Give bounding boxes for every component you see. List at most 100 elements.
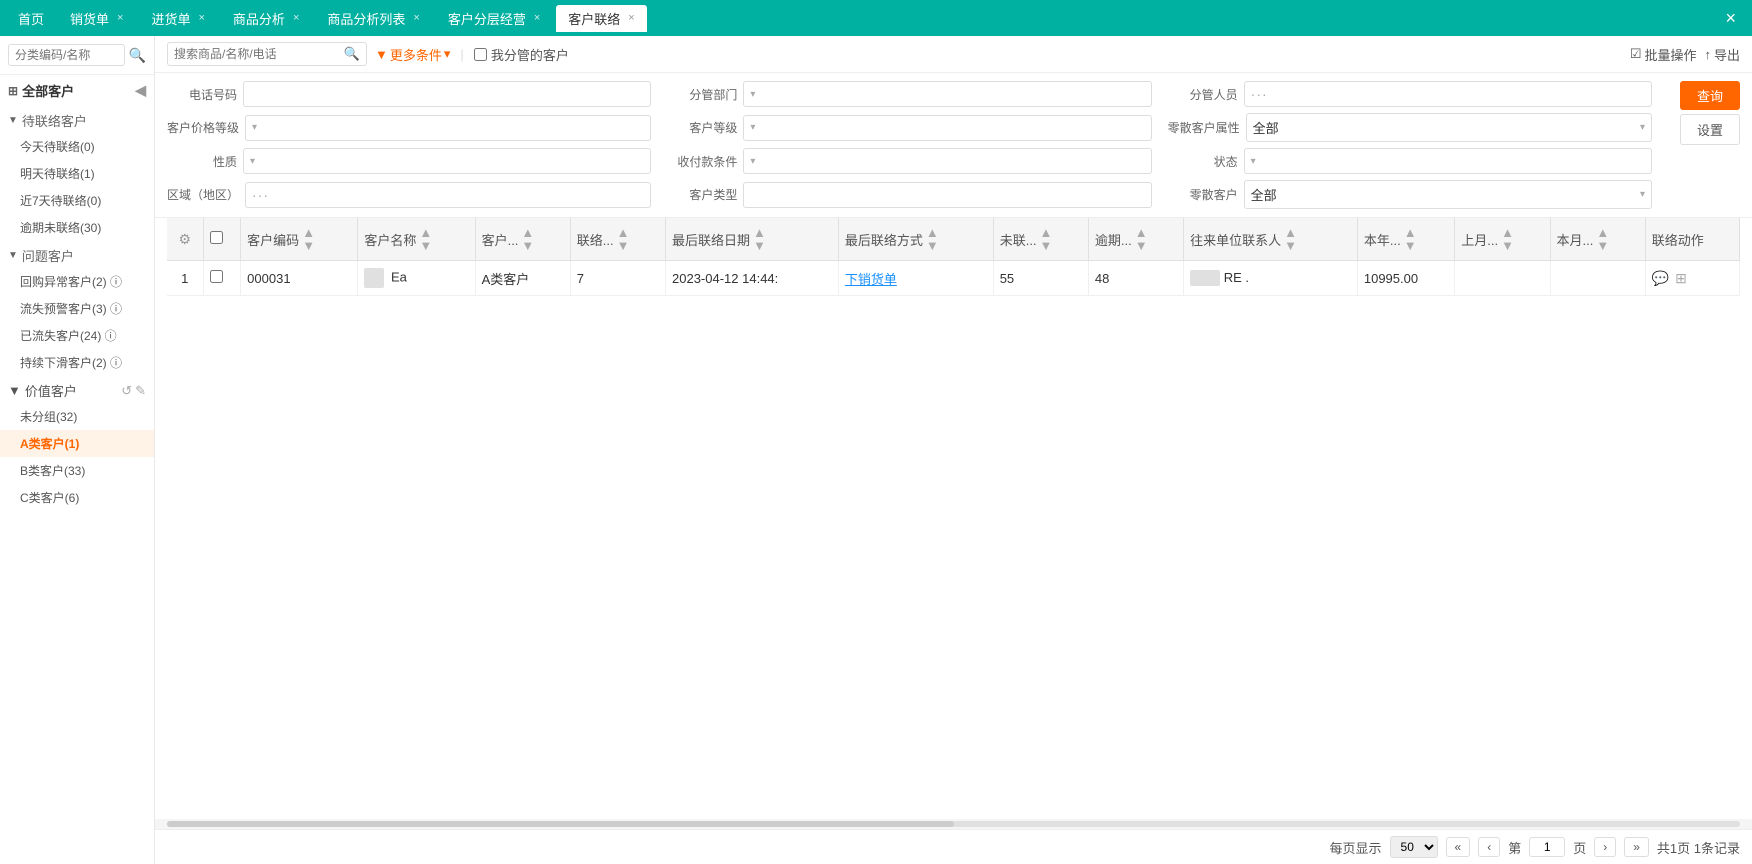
filter-input-retail[interactable]: 全部 ▾ <box>1244 180 1652 209</box>
sidebar-item-class-a[interactable]: A类客户(1) <box>0 430 154 457</box>
close-all-icon[interactable]: × <box>1717 8 1744 29</box>
filter-input-phone[interactable] <box>243 81 651 107</box>
qr-icon[interactable]: ⊞ <box>1675 270 1687 287</box>
scrollbar-thumb[interactable] <box>167 821 954 827</box>
sort-arrows-icon[interactable]: ▲▼ <box>753 226 766 252</box>
sort-arrows-icon[interactable]: ▲▼ <box>1596 226 1609 252</box>
edit-icon[interactable]: ✎ <box>135 383 146 399</box>
tab-product-analysis[interactable]: 商品分析 × <box>221 5 311 32</box>
last-page-btn[interactable]: » <box>1624 837 1649 857</box>
triangle-icon: ▼ <box>8 115 18 126</box>
sidebar-item-overdue[interactable]: 逾期未联络(30) <box>0 214 154 241</box>
sort-arrows-icon[interactable]: ▲▼ <box>1040 226 1053 252</box>
close-icon[interactable]: × <box>534 12 540 24</box>
chevron-down-icon: ▾ <box>750 89 755 100</box>
batch-op-btn[interactable]: ☑ 批量操作 <box>1630 45 1697 64</box>
more-conditions-btn[interactable]: ▼ 更多条件 ▾ <box>375 45 450 64</box>
cell-last-date: 2023-04-12 14:44: <box>666 261 839 296</box>
tab-customer-tier[interactable]: 客户分层经营 × <box>436 5 552 32</box>
sort-arrows-icon[interactable]: ▲▼ <box>617 226 630 252</box>
filter-input-price-level[interactable]: ▾ <box>245 115 651 141</box>
select-all-checkbox[interactable] <box>210 231 223 244</box>
filter-label-type: 客户类型 <box>667 186 737 203</box>
all-customers-header[interactable]: ⊞ 全部客户 ◀ <box>0 75 154 106</box>
sidebar-item-repurchase-abnormal[interactable]: 回购异常客户(2) ⓘ <box>0 268 154 295</box>
export-btn[interactable]: ↑ 导出 <box>1704 45 1740 64</box>
filter-input-retail-attr[interactable]: 全部 ▾ <box>1246 113 1652 142</box>
page-suffix: 页 <box>1573 838 1586 857</box>
cell-this-month <box>1550 261 1645 296</box>
close-icon[interactable]: × <box>117 12 123 24</box>
sidebar-item-class-b[interactable]: B类客户(33) <box>0 457 154 484</box>
sort-arrows-icon[interactable]: ▲▼ <box>1404 226 1417 252</box>
settings-button[interactable]: 设置 <box>1680 114 1740 145</box>
sidebar-item-churn-warning[interactable]: 流失预警客户(3) ⓘ <box>0 295 154 322</box>
sort-arrows-icon[interactable]: ▲▼ <box>521 226 534 252</box>
filter-input-customer-level[interactable]: ▾ <box>743 115 1151 141</box>
tab-purchase[interactable]: 进货单 × <box>139 5 216 32</box>
close-icon[interactable]: × <box>413 12 419 24</box>
main-search-icon[interactable]: 🔍 <box>344 46 360 62</box>
sort-arrows-icon[interactable]: ▲▼ <box>1501 226 1514 252</box>
filter-input-type[interactable] <box>743 182 1151 208</box>
my-customers-checkbox[interactable] <box>474 48 487 61</box>
sidebar-item-today[interactable]: 今天待联络(0) <box>0 133 154 160</box>
col-header-overdue: 逾期... ▲▼ <box>1088 218 1183 261</box>
filter-input-region[interactable]: ··· <box>245 182 651 208</box>
sidebar-item-7days[interactable]: 近7天待联络(0) <box>0 187 154 214</box>
tab-product-list[interactable]: 商品分析列表 × <box>315 5 431 32</box>
sidebar-search-icon[interactable]: 🔍 <box>129 47 146 64</box>
filter-input-dept[interactable]: ▾ <box>743 81 1151 107</box>
filter-input-payment[interactable]: ▾ <box>743 148 1151 174</box>
scrollbar-track[interactable] <box>167 821 1740 827</box>
message-icon[interactable]: 💬 <box>1652 270 1669 287</box>
sort-arrows-icon[interactable]: ▲▼ <box>1135 226 1148 252</box>
group-value-customers[interactable]: ▼ 价值客户 ↺ ✎ <box>0 376 154 403</box>
filter-input-status[interactable]: ▾ <box>1244 148 1652 174</box>
cell-last-method[interactable]: 下销货单 <box>838 261 993 296</box>
prev-page-btn[interactable]: ‹ <box>1478 837 1500 857</box>
tab-sales[interactable]: 销货单 × <box>58 5 135 32</box>
close-icon[interactable]: × <box>198 12 204 24</box>
filter-cell-retail: 零散客户 全部 ▾ <box>1168 180 1668 209</box>
filter-cell-retail-attr: 零散客户属性 全部 ▾ <box>1168 113 1668 142</box>
next-page-btn[interactable]: › <box>1594 837 1616 857</box>
group-problem-customers[interactable]: ▼ 问题客户 <box>0 241 154 268</box>
table-settings-icon[interactable]: ⚙ <box>178 231 191 247</box>
page-number-input[interactable] <box>1529 837 1565 857</box>
group-pending-contact[interactable]: ▼ 待联络客户 <box>0 106 154 133</box>
sidebar-item-churned[interactable]: 已流失客户(24) ⓘ <box>0 322 154 349</box>
col-header-level: 客户... ▲▼ <box>475 218 570 261</box>
sidebar: 🔍 ⊞ 全部客户 ◀ ▼ 待联络客户 今天待联络(0) 明天待联络(1) 近7天… <box>0 36 155 864</box>
close-icon[interactable]: × <box>628 12 634 24</box>
filter-cell-phone: 电话号码 <box>167 81 667 107</box>
main-search-input[interactable] <box>174 47 340 61</box>
tab-customer-contact[interactable]: 客户联络 × <box>556 5 646 32</box>
sort-arrows-icon[interactable]: ▲▼ <box>302 226 315 252</box>
col-header-last-date: 最后联络日期 ▲▼ <box>666 218 839 261</box>
page-size-select[interactable]: 50 <box>1390 836 1438 858</box>
sort-arrows-icon[interactable]: ▲▼ <box>926 226 939 252</box>
first-page-btn[interactable]: « <box>1446 837 1471 857</box>
sidebar-item-tomorrow[interactable]: 明天待联络(1) <box>0 160 154 187</box>
sort-arrows-icon[interactable]: ▲▼ <box>419 226 432 252</box>
cell-code: 000031 <box>241 261 358 296</box>
close-icon[interactable]: × <box>293 12 299 24</box>
sidebar-item-declining[interactable]: 持续下滑客户(2) ⓘ <box>0 349 154 376</box>
filter-cell-dept: 分管部门 ▾ <box>667 81 1167 107</box>
row-checkbox[interactable] <box>210 270 223 283</box>
nav-home[interactable]: 首页 <box>8 5 54 32</box>
sidebar-search-input[interactable] <box>8 44 125 66</box>
sort-arrows-icon[interactable]: ▲▼ <box>1284 226 1297 252</box>
collapse-icon[interactable]: ◀ <box>135 82 146 99</box>
filter-input-nature[interactable]: ▾ <box>243 148 651 174</box>
col-header-gear: ⚙ <box>167 218 203 261</box>
refresh-icon[interactable]: ↺ <box>121 383 132 399</box>
query-button[interactable]: 查询 <box>1680 81 1740 110</box>
sidebar-item-class-c[interactable]: C类客户(6) <box>0 484 154 511</box>
filter-label-customer-level: 客户等级 <box>667 119 737 136</box>
filter-input-person[interactable]: ··· <box>1244 81 1652 107</box>
sidebar-item-unclassified[interactable]: 未分组(32) <box>0 403 154 430</box>
my-customers-checkbox-label[interactable]: 我分管的客户 <box>474 45 569 64</box>
chevron-down-icon: ▾ <box>1251 156 1256 167</box>
